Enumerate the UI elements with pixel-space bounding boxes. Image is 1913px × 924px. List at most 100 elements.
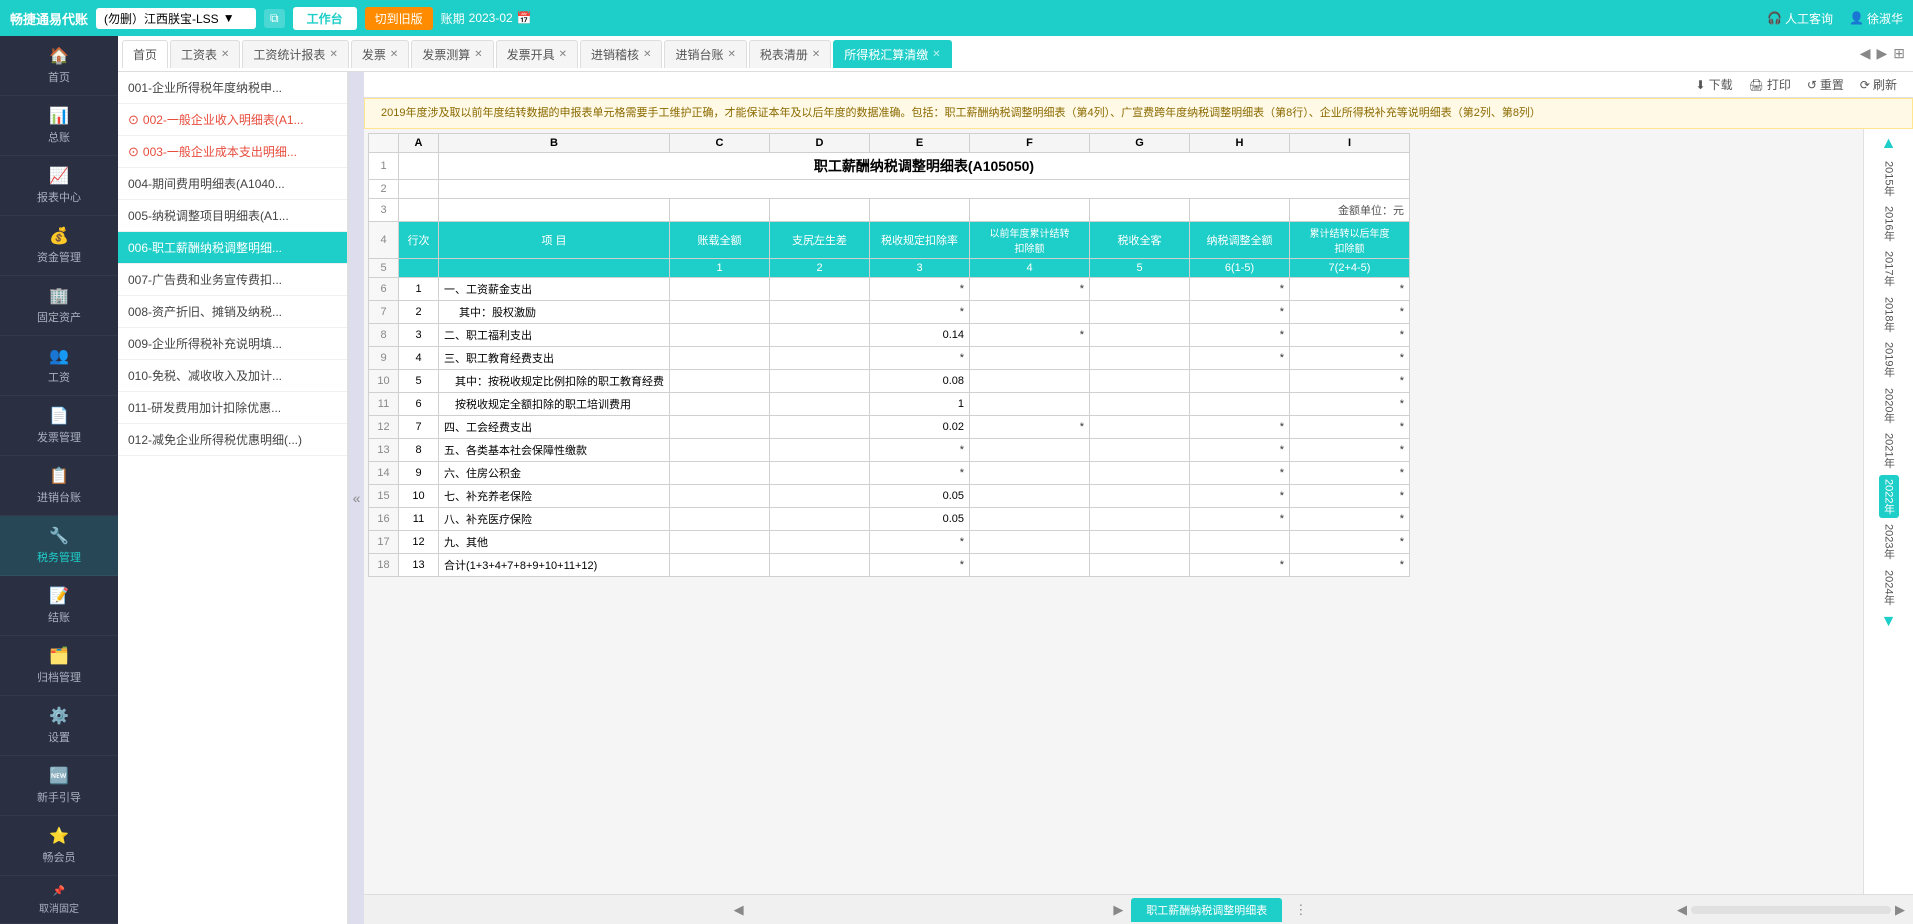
sidebar-item-tax[interactable]: 🔧 税务管理 bbox=[0, 516, 118, 576]
refresh-button[interactable]: ⟳ 刷新 bbox=[1860, 76, 1897, 93]
copy-icon-button[interactable]: ⧉ bbox=[264, 9, 285, 28]
error-icon-003: ⊙ bbox=[128, 144, 139, 160]
tab-payroll-stats[interactable]: 工资统计报表 ✕ bbox=[242, 40, 348, 68]
year-2018[interactable]: 2018年 bbox=[1879, 293, 1899, 336]
download-button[interactable]: ⬇ 下载 bbox=[1696, 76, 1733, 93]
form-item-010[interactable]: 010-免税、减收收入及加计... bbox=[118, 360, 347, 392]
download-icon: ⬇ bbox=[1696, 78, 1706, 92]
tab-menu[interactable]: ⊞ bbox=[1893, 45, 1905, 62]
tab-home[interactable]: 首页 bbox=[122, 40, 168, 68]
tab-payroll[interactable]: 工资表 ✕ bbox=[170, 40, 240, 68]
sheet-options-icon[interactable]: ⋮ bbox=[1294, 902, 1307, 918]
tab-close-invoice-issue[interactable]: ✕ bbox=[559, 49, 567, 60]
tab-invoice-issue[interactable]: 发票开具 ✕ bbox=[496, 40, 578, 68]
sidebar-item-sales-ledger[interactable]: 📋 进销台账 bbox=[0, 456, 118, 516]
tab-sales-check[interactable]: 进销稽核 ✕ bbox=[580, 40, 662, 68]
sidebar-item-ledger[interactable]: 📊 总账 bbox=[0, 96, 118, 156]
tab-close-payroll[interactable]: ✕ bbox=[221, 49, 229, 60]
tab-close-sales-check[interactable]: ✕ bbox=[643, 49, 651, 60]
tab-tax-book[interactable]: 税表清册 ✕ bbox=[749, 40, 831, 68]
form-item-002[interactable]: ⊙ 002-一般企业收入明细表(A1... bbox=[118, 104, 347, 136]
form-item-006[interactable]: 006-职工薪酬纳税调整明细... bbox=[118, 232, 347, 264]
tab-sales-ledger[interactable]: 进销台账 ✕ bbox=[664, 40, 746, 68]
year-scroll-up[interactable]: ▲ bbox=[1879, 133, 1899, 155]
vip-icon: ⭐ bbox=[49, 826, 69, 846]
sidebar-label-vip: 畅会员 bbox=[43, 849, 76, 865]
tab-close-invoice-calc[interactable]: ✕ bbox=[474, 49, 482, 60]
form-item-004[interactable]: 004-期间费用明细表(A1040... bbox=[118, 168, 347, 200]
sidebar-item-settings[interactable]: ⚙️ 设置 bbox=[0, 696, 118, 756]
tab-invoice[interactable]: 发票 ✕ bbox=[351, 40, 409, 68]
user-profile[interactable]: 👤 徐淑华 bbox=[1849, 10, 1903, 27]
sidebar-item-reports[interactable]: 📈 报表中心 bbox=[0, 156, 118, 216]
calendar-icon[interactable]: 📅 bbox=[517, 11, 532, 25]
form-item-011[interactable]: 011-研发费用加计扣除优惠... bbox=[118, 392, 347, 424]
sheet-nav-left[interactable]: ◀ bbox=[734, 902, 744, 918]
sheet-scroll[interactable]: A B C D E F G H I bbox=[364, 129, 1863, 895]
print-button[interactable]: 🖨 打印 bbox=[1749, 76, 1791, 93]
ledger-icon: 📊 bbox=[49, 106, 69, 126]
year-2017[interactable]: 2017年 bbox=[1879, 247, 1899, 290]
tab-scroll-left[interactable]: ◀ bbox=[1860, 45, 1871, 62]
sidebar-item-finance[interactable]: 💰 资金管理 bbox=[0, 216, 118, 276]
sheet-tab-main[interactable]: 职工薪酬纳税调整明细表 bbox=[1131, 898, 1282, 922]
tab-close-payroll-stats[interactable]: ✕ bbox=[329, 49, 337, 60]
sidebar-item-payroll[interactable]: 👥 工资 bbox=[0, 336, 118, 396]
tab-close-invoice[interactable]: ✕ bbox=[390, 49, 398, 60]
sidebar-label-home: 首页 bbox=[48, 69, 70, 85]
header-col3: 税收规定扣除率 bbox=[870, 221, 970, 258]
sidebar-label-invoice: 发票管理 bbox=[37, 429, 81, 445]
tab-close-tax-book[interactable]: ✕ bbox=[812, 49, 820, 60]
sheet-nav-right[interactable]: ▶ bbox=[1113, 902, 1123, 918]
sheet-content-wrapper: A B C D E F G H I bbox=[364, 129, 1913, 895]
service-button[interactable]: 🎧 人工客询 bbox=[1767, 10, 1833, 27]
tab-income-tax[interactable]: 所得税汇算清缴 ✕ bbox=[833, 40, 951, 68]
year-2023[interactable]: 2023年 bbox=[1879, 520, 1899, 563]
form-item-005[interactable]: 005-纳税调整项目明细表(A1... bbox=[118, 200, 347, 232]
form-item-003[interactable]: ⊙ 003-一般企业成本支出明细... bbox=[118, 136, 347, 168]
col-f-header: F bbox=[970, 133, 1090, 152]
scroll-left-btn[interactable]: ◀ bbox=[1677, 902, 1687, 918]
year-2024[interactable]: 2024年 bbox=[1879, 566, 1899, 609]
sidebar-item-home[interactable]: 🏠 首页 bbox=[0, 36, 118, 96]
form-item-012[interactable]: 012-减免企业所得税优惠明细(...) bbox=[118, 424, 347, 456]
year-2016[interactable]: 2016年 bbox=[1879, 202, 1899, 245]
company-selector[interactable]: (勿删）江西朕宝-LSS ▼ bbox=[96, 8, 256, 29]
sidebar-item-vip[interactable]: ⭐ 畅会员 bbox=[0, 816, 118, 876]
form-item-001[interactable]: 001-企业所得税年度纳税申... bbox=[118, 72, 347, 104]
tab-label-payroll-stats: 工资统计报表 bbox=[253, 46, 325, 63]
warning-text: 2019年度涉及取以前年度结转数据的申报表单元格需要手工维护正确，才能保证本年及… bbox=[381, 107, 1541, 119]
year-2021[interactable]: 2021年 bbox=[1879, 429, 1899, 472]
sidebar-item-closing[interactable]: 📝 结账 bbox=[0, 576, 118, 636]
reset-button[interactable]: ↺ 重置 bbox=[1807, 76, 1844, 93]
sidebar-item-assets[interactable]: 🏢 固定资产 bbox=[0, 276, 118, 336]
sidebar-cancel-pin[interactable]: 📌 取消固定 bbox=[0, 878, 118, 924]
year-scroll-down[interactable]: ▼ bbox=[1879, 611, 1899, 633]
year-2015[interactable]: 2015年 bbox=[1879, 157, 1899, 200]
tab-invoice-calc[interactable]: 发票测算 ✕ bbox=[411, 40, 493, 68]
tab-scroll-right[interactable]: ▶ bbox=[1876, 45, 1887, 62]
sidebar-item-newguide[interactable]: 🆕 新手引导 bbox=[0, 756, 118, 816]
table-row: 18 13 合计(1+3+4+7+8+9+10+11+12) * * bbox=[369, 553, 1410, 576]
table-row: 17 12 九、其他 * * bbox=[369, 530, 1410, 553]
panel-toggle[interactable]: « bbox=[348, 72, 364, 924]
horizontal-scrollbar[interactable] bbox=[1691, 906, 1891, 914]
form-item-009[interactable]: 009-企业所得税补充说明填... bbox=[118, 328, 347, 360]
tab-close-sales-ledger[interactable]: ✕ bbox=[727, 49, 735, 60]
year-2022[interactable]: 2022年 bbox=[1879, 475, 1899, 518]
row-num-3: 3 bbox=[369, 198, 399, 221]
sidebar-label-assets: 固定资产 bbox=[37, 309, 81, 325]
year-sidebar: ▲ 2015年 2016年 2017年 2018年 2019年 2020年 20… bbox=[1863, 129, 1913, 895]
period-display: 账期 2023-02 📅 bbox=[441, 10, 532, 27]
sidebar-item-archive[interactable]: 🗂️ 归档管理 bbox=[0, 636, 118, 696]
form-item-007[interactable]: 007-广告费和业务宣传费扣... bbox=[118, 264, 347, 296]
scroll-right-btn[interactable]: ▶ bbox=[1895, 902, 1905, 918]
tab-close-income-tax[interactable]: ✕ bbox=[932, 49, 940, 60]
sidebar-item-invoice[interactable]: 📄 发票管理 bbox=[0, 396, 118, 456]
year-2019[interactable]: 2019年 bbox=[1879, 338, 1899, 381]
form-item-008[interactable]: 008-资产折旧、摊销及纳税... bbox=[118, 296, 347, 328]
newguide-icon: 🆕 bbox=[49, 766, 69, 786]
switch-old-button[interactable]: 切到旧版 bbox=[365, 7, 433, 30]
year-2020[interactable]: 2020年 bbox=[1879, 384, 1899, 427]
workbench-button[interactable]: 工作台 bbox=[293, 7, 357, 30]
